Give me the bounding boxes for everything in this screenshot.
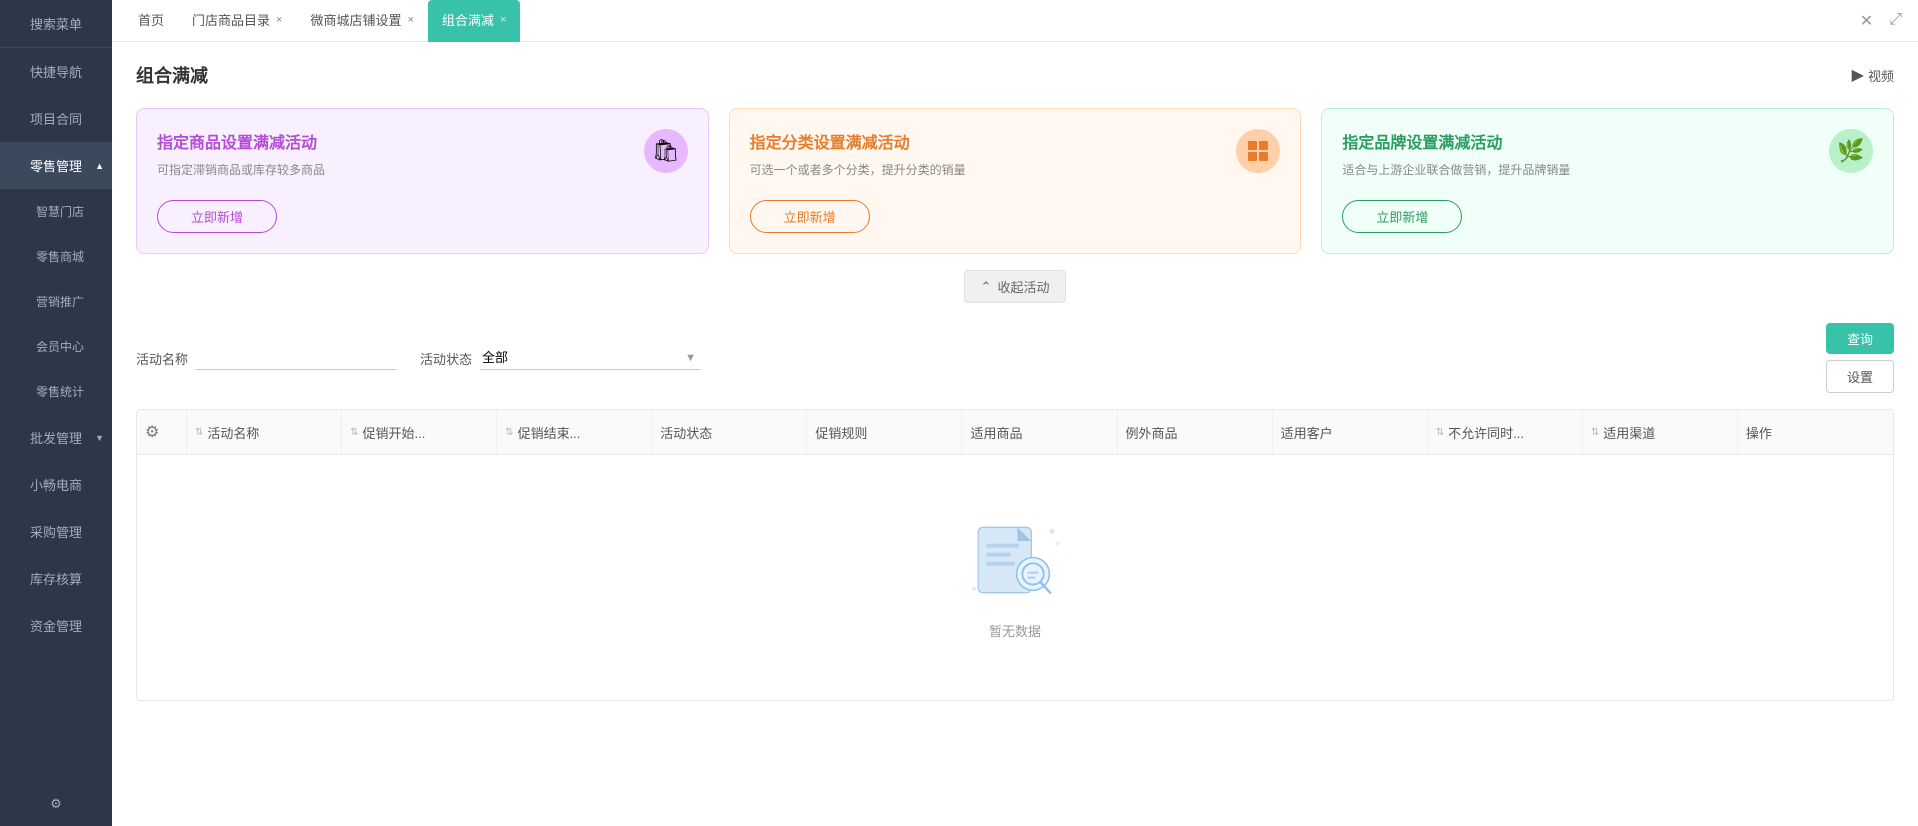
th-promo-start-sort-icon[interactable]: ⇅ [350,427,358,438]
sidebar-item-project-contract[interactable]: 项目合同 [0,95,112,142]
card-product-desc: 可指定滞销商品或库存较多商品 [157,161,688,180]
sidebar: 搜索菜单 快捷导航 项目合同 零售管理 智慧门店 零售商城 营销推广 会员中心 … [0,0,112,826]
card-category-btn[interactable]: 立即新增 [750,200,870,233]
tab-wechat-settings[interactable]: 微商城店铺设置 × [296,0,427,42]
th-applicable-customer: 适用客户 [1273,410,1428,454]
sidebar-search[interactable]: 搜索菜单 [0,0,112,48]
th-settings[interactable]: ⚙ [137,410,187,454]
page-header: 组合满减 ▶ 视频 [136,62,1894,88]
th-name: ⇅ 活动名称 [187,410,342,454]
empty-state: 暂无数据 [137,455,1893,700]
filter-name-item: 活动名称 [136,346,396,370]
tab-home-label: 首页 [138,10,164,29]
sidebar-item-wholesale-mgmt[interactable]: 批发管理 [0,414,112,461]
th-promo-end: ⇅ 促销结束... [497,410,652,454]
sidebar-item-member-center[interactable]: 会员中心 [0,324,112,369]
tab-combo-discount[interactable]: 组合满减 × [428,0,520,42]
video-label: 视频 [1868,66,1894,85]
sidebar-item-marketing[interactable]: 营销推广 [0,279,112,324]
th-status: 活动状态 [652,410,807,454]
tab-bar: 首页 门店商品目录 × 微商城店铺设置 × 组合满减 × ✕ ⤢ [112,0,1918,42]
play-circle-icon: ▶ [1852,65,1864,85]
card-brand-btn[interactable]: 立即新增 [1342,200,1462,233]
query-button[interactable]: 查询 [1826,323,1894,354]
filter-status-select-wrap: 全部 进行中 已结束 未开始 ▼ [480,346,700,370]
grid-icon [1246,139,1270,163]
tab-store-catalog-close[interactable]: × [276,14,282,26]
sidebar-item-inventory-calc[interactable]: 库存核算 [0,555,112,602]
empty-text: 暂无数据 [989,621,1041,640]
tab-bar-actions: ✕ ⤢ [1856,7,1906,35]
window-maximize-icon[interactable]: ⤢ [1885,7,1906,35]
sidebar-settings-btn[interactable]: ⚙ [0,782,112,826]
collapse-bar: ⌃ 收起活动 [136,270,1894,303]
promo-card-category: 指定分类设置满减活动 可选一个或者多个分类，提升分类的销量 立即新增 [729,108,1302,254]
settings-button[interactable]: 设置 [1826,360,1894,393]
card-brand-icon: 🌿 [1829,129,1873,173]
collapse-activity-btn[interactable]: ⌃ 收起活动 [964,270,1067,303]
table-header: ⚙ ⇅ 活动名称 ⇅ 促销开始... ⇅ 促销结束... 活动状态 [137,410,1893,455]
th-applicable-channel: ⇅ 适用渠道 [1583,410,1738,454]
card-product-btn[interactable]: 立即新增 [157,200,277,233]
promo-card-product: 🛍 指定商品设置满减活动 可指定滞销商品或库存较多商品 立即新增 [136,108,709,254]
window-close-icon[interactable]: ✕ [1856,7,1877,35]
settings-icon: ⚙ [50,796,62,811]
filter-status-item: 活动状态 全部 进行中 已结束 未开始 ▼ [420,346,700,370]
card-product-title: 指定商品设置满减活动 [157,129,688,153]
data-table: ⚙ ⇅ 活动名称 ⇅ 促销开始... ⇅ 促销结束... 活动状态 [136,409,1894,701]
tab-wechat-settings-close[interactable]: × [407,14,413,26]
th-exception-goods: 例外商品 [1118,410,1273,454]
sidebar-item-purchase-mgmt[interactable]: 采购管理 [0,508,112,555]
filter-name-label: 活动名称 [136,349,188,368]
empty-illustration [965,515,1065,605]
collapse-icon: ⌃ [981,279,992,295]
tab-combo-discount-close[interactable]: × [500,14,506,26]
filter-section: 活动名称 活动状态 全部 进行中 已结束 未开始 ▼ 查询 设置 [136,323,1894,393]
tab-wechat-settings-label: 微商城店铺设置 [310,10,401,29]
th-action: 操作 [1738,410,1893,454]
tab-store-catalog-label: 门店商品目录 [192,10,270,29]
bag-icon: 🛍 [652,138,680,164]
cards-section: 🛍 指定商品设置满减活动 可指定滞销商品或库存较多商品 立即新增 指定分类设置满… [136,108,1894,254]
card-category-desc: 可选一个或者多个分类，提升分类的销量 [750,161,1281,180]
card-category-title: 指定分类设置满减活动 [750,129,1281,153]
th-channel-sort-icon[interactable]: ⇅ [1591,427,1599,438]
card-product-icon: 🛍 [644,129,688,173]
sidebar-item-smart-store[interactable]: 智慧门店 [0,189,112,234]
sidebar-item-retail-stats[interactable]: 零售统计 [0,369,112,414]
filter-actions: 查询 设置 [1826,323,1894,393]
tab-store-catalog[interactable]: 门店商品目录 × [178,0,296,42]
collapse-label: 收起活动 [997,277,1049,296]
filter-status-label: 活动状态 [420,349,472,368]
th-applicable-goods: 适用商品 [962,410,1117,454]
card-brand-title: 指定品牌设置满减活动 [1342,129,1873,153]
th-name-sort-icon[interactable]: ⇅ [195,427,203,438]
sidebar-item-retail-mgmt[interactable]: 零售管理 [0,142,112,189]
page-title: 组合满减 [136,62,208,88]
tab-combo-discount-label: 组合满减 [442,10,494,29]
main-area: 首页 门店商品目录 × 微商城店铺设置 × 组合满减 × ✕ ⤢ 组合满减 ▶ … [112,0,1918,826]
filter-name-input[interactable] [196,346,396,370]
video-link[interactable]: ▶ 视频 [1852,65,1894,85]
tab-home[interactable]: 首页 [124,0,178,42]
sidebar-item-retail-mall[interactable]: 零售商城 [0,234,112,279]
th-not-allow-same: ⇅ 不允许同时... [1428,410,1583,454]
card-brand-desc: 适合与上游企业联合做营销，提升品牌销量 [1342,161,1873,180]
table-gear-icon[interactable]: ⚙ [145,422,159,442]
content-area: 组合满减 ▶ 视频 🛍 指定商品设置满减活动 可指定滞销商品或库存较多商品 立即… [112,42,1918,826]
leaf-icon: 🌿 [1837,138,1864,164]
th-promo-rule: 促销规则 [807,410,962,454]
th-not-allow-sort-icon[interactable]: ⇅ [1436,427,1444,438]
th-promo-start: ⇅ 促销开始... [342,410,497,454]
filter-status-select[interactable]: 全部 进行中 已结束 未开始 [480,346,700,369]
th-promo-end-sort-icon[interactable]: ⇅ [505,427,513,438]
promo-card-brand: 🌿 指定品牌设置满减活动 适合与上游企业联合做营销，提升品牌销量 立即新增 [1321,108,1894,254]
sidebar-item-xiaochange-ecom[interactable]: 小畅电商 [0,461,112,508]
sidebar-item-finance-mgmt[interactable]: 资金管理 [0,602,112,649]
sidebar-item-quick-nav[interactable]: 快捷导航 [0,48,112,95]
